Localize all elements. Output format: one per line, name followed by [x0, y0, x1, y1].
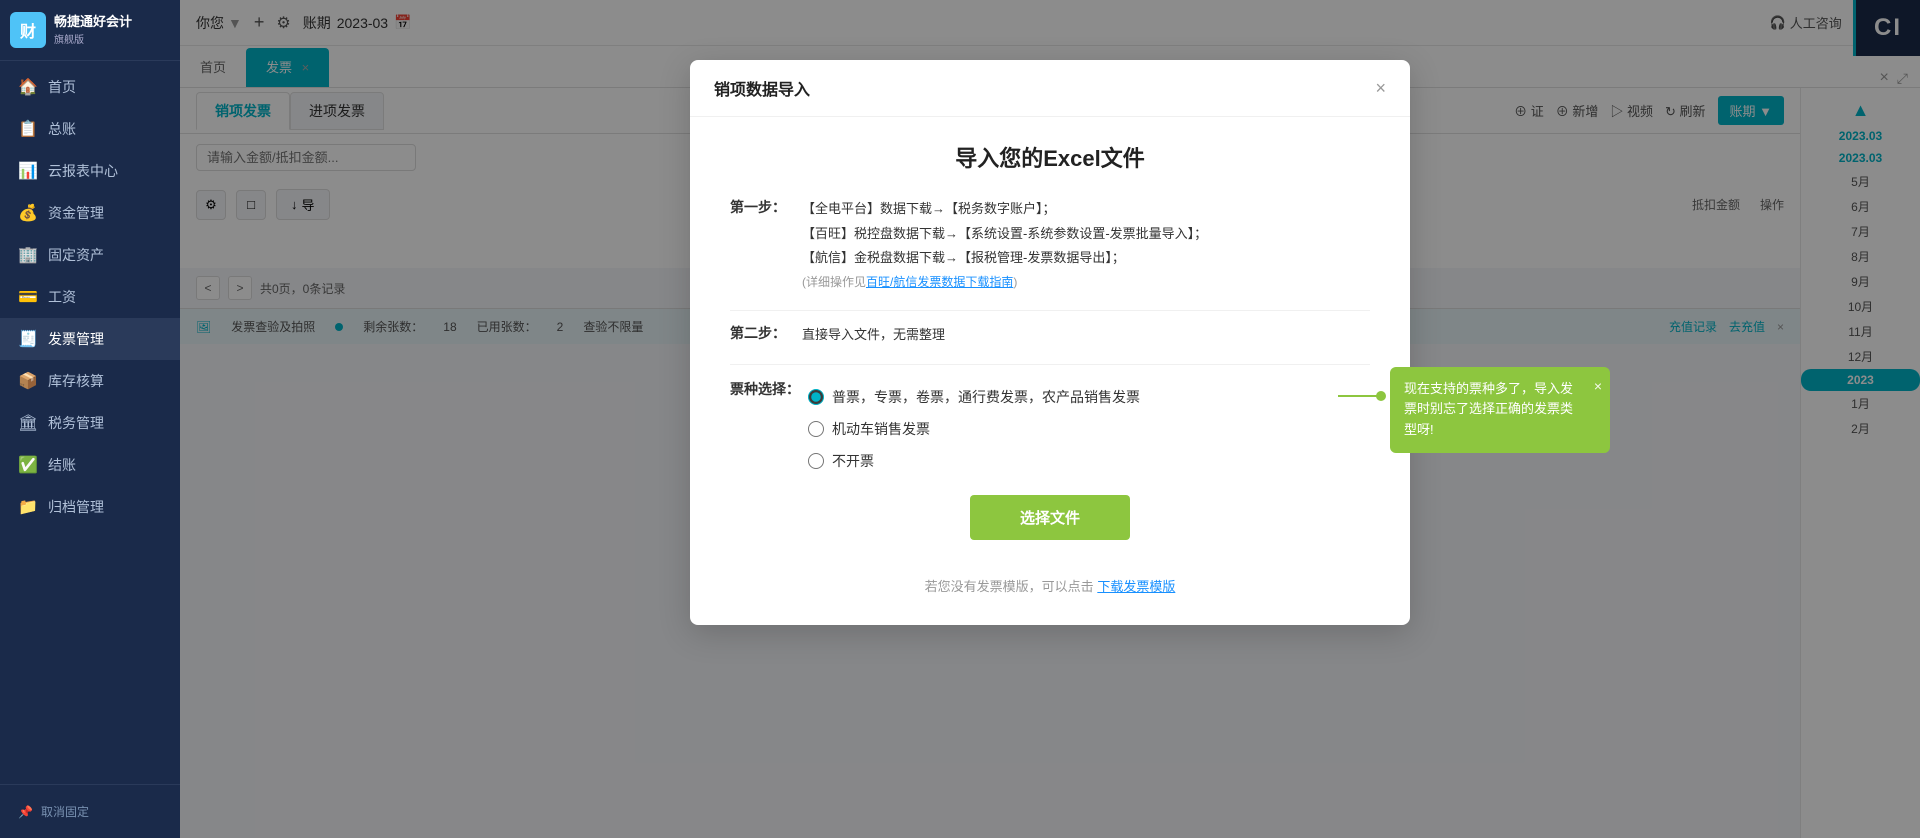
- radio-input-1[interactable]: [808, 389, 824, 405]
- ticket-type-section: 票种选择： 普票，专票，卷票，通行费发票，农产品销售发票: [730, 377, 1370, 471]
- sidebar-item-salary[interactable]: 💳 工资: [0, 276, 180, 318]
- tooltip-line: [1338, 395, 1378, 397]
- modal-import-title: 导入您的Excel文件: [730, 141, 1370, 173]
- unpin-label: 取消固定: [41, 803, 89, 820]
- modal-header: 销项数据导入 ×: [690, 60, 1410, 117]
- step1-content: 【全电平台】数据下载→【税务数字账户】； 【百旺】税控盘数据下载→【系统设置-系…: [802, 197, 1207, 294]
- tooltip-close-btn[interactable]: ×: [1594, 375, 1602, 397]
- sidebar-item-archive[interactable]: 📁 归档管理: [0, 486, 180, 528]
- modal-step1: 第一步： 【全电平台】数据下载→【税务数字账户】； 【百旺】税控盘数据下载→【系…: [730, 197, 1370, 294]
- tooltip-text: 现在支持的票种多了，导入发票时别忘了选择正确的发票类型呀!: [1404, 381, 1573, 438]
- step1-line1: 【全电平台】数据下载→【税务数字账户】；: [802, 197, 1207, 222]
- cloud-report-icon: 📊: [18, 161, 38, 181]
- radio-row-2: 机动车销售发票: [808, 419, 1140, 439]
- sidebar-item-tax-label: 税务管理: [48, 413, 104, 433]
- step1-label: 第一步：: [730, 197, 790, 294]
- tooltip-bubble: 现在支持的票种多了，导入发票时别忘了选择正确的发票类型呀! ×: [1390, 367, 1610, 453]
- modal-close-btn[interactable]: ×: [1375, 78, 1386, 99]
- step2-label: 第二步：: [730, 323, 790, 348]
- modal-body: 导入您的Excel文件 第一步： 【全电平台】数据下载→【税务数字账户】； 【百…: [690, 117, 1410, 625]
- sidebar-item-ledger-label: 总账: [48, 119, 76, 139]
- sidebar-item-invoice[interactable]: 🧾 发票管理: [0, 318, 180, 360]
- logo-subtitle: 旗舰版: [54, 31, 132, 46]
- logo-icon: 财: [10, 12, 46, 48]
- settle-icon: ✅: [18, 455, 38, 475]
- sidebar-bottom: 📌 取消固定: [0, 784, 180, 838]
- ledger-icon: 📋: [18, 119, 38, 139]
- sidebar-item-cloud-report-label: 云报表中心: [48, 161, 118, 181]
- tax-icon: 🏛: [18, 413, 38, 433]
- sidebar-item-inventory[interactable]: 📦 库存核算: [0, 360, 180, 402]
- sidebar-item-fund[interactable]: 💰 资金管理: [0, 192, 180, 234]
- download-template-link[interactable]: 下载发票模版: [1097, 579, 1175, 594]
- sidebar-navigation: 🏠 首页 📋 总账 📊 云报表中心 💰 资金管理 🏢 固定资产 💳 工资: [0, 61, 180, 784]
- radio-row-3: 不开票: [808, 451, 1140, 471]
- sidebar-item-home[interactable]: 🏠 首页: [0, 66, 180, 108]
- sidebar-item-settle-label: 结账: [48, 455, 76, 475]
- logo-text-block: 畅捷通好会计 旗舰版: [54, 14, 132, 46]
- pin-icon: 📌: [18, 805, 33, 819]
- sidebar-item-tax[interactable]: 🏛 税务管理: [0, 402, 180, 444]
- radio-group: 普票，专票，卷票，通行费发票，农产品销售发票 现在支持的票种多了，导入发票时别忘…: [808, 387, 1140, 471]
- download-guide-link[interactable]: 百旺/航信发票数据下载指南: [866, 275, 1013, 289]
- sidebar-item-settle[interactable]: ✅ 结账: [0, 444, 180, 486]
- radio-input-3[interactable]: [808, 453, 824, 469]
- step2-content: 直接导入文件，无需整理: [802, 323, 945, 348]
- modal-step2: 第二步： 直接导入文件，无需整理: [730, 323, 1370, 348]
- sidebar-item-fixed-assets-label: 固定资产: [48, 245, 104, 265]
- salary-icon: 💳: [18, 287, 38, 307]
- fund-icon: 💰: [18, 203, 38, 223]
- modal-footer: 选择文件: [730, 495, 1370, 560]
- sidebar-item-archive-label: 归档管理: [48, 497, 104, 517]
- sidebar-item-inventory-label: 库存核算: [48, 371, 104, 391]
- radio-label-3: 不开票: [832, 451, 874, 471]
- sidebar-item-fund-label: 资金管理: [48, 203, 104, 223]
- import-modal: 销项数据导入 × 导入您的Excel文件 第一步： 【全电平台】数据下载→【税务…: [690, 60, 1410, 625]
- fixed-assets-icon: 🏢: [18, 245, 38, 265]
- ticket-type-label: 票种选择：: [730, 377, 800, 399]
- sidebar: 财 畅捷通好会计 旗舰版 🏠 首页 📋 总账 📊 云报表中心 💰 资金管理: [0, 0, 180, 838]
- sidebar-item-invoice-label: 发票管理: [48, 329, 104, 349]
- sidebar-item-fixed-assets[interactable]: 🏢 固定资产: [0, 234, 180, 276]
- step1-note: (详细操作见百旺/航信发票数据下载指南): [802, 271, 1207, 294]
- radio-row-1: 普票，专票，卷票，通行费发票，农产品销售发票 现在支持的票种多了，导入发票时别忘…: [808, 387, 1140, 407]
- tooltip-dot: [1376, 391, 1386, 401]
- home-icon: 🏠: [18, 77, 38, 97]
- sidebar-item-home-label: 首页: [48, 77, 76, 97]
- modal-divider2: [730, 364, 1370, 365]
- select-file-btn[interactable]: 选择文件: [970, 495, 1130, 540]
- unpin-button[interactable]: 📌 取消固定: [10, 795, 170, 828]
- main-area: 你您 ▼ + ⚙ 账期 2023-03 📅 🎧 人工咨询 👤 用友: [180, 0, 1920, 838]
- archive-icon: 📁: [18, 497, 38, 517]
- download-note-text: 若您没有发票模版，可以点击: [925, 579, 1094, 594]
- radio-input-2[interactable]: [808, 421, 824, 437]
- sidebar-item-salary-label: 工资: [48, 287, 76, 307]
- modal-divider1: [730, 310, 1370, 311]
- invoice-icon: 🧾: [18, 329, 38, 349]
- radio-label-1: 普票，专票，卷票，通行费发票，农产品销售发票: [832, 387, 1140, 407]
- sidebar-item-cloud-report[interactable]: 📊 云报表中心: [0, 150, 180, 192]
- sidebar-logo: 财 畅捷通好会计 旗舰版: [0, 0, 180, 61]
- download-note: 若您没有发票模版，可以点击 下载发票模版: [730, 576, 1370, 595]
- radio-label-2: 机动车销售发票: [832, 419, 930, 439]
- inventory-icon: 📦: [18, 371, 38, 391]
- step1-line3: 【航信】金税盘数据下载→【报税管理-发票数据导出】；: [802, 246, 1207, 271]
- logo-title: 畅捷通好会计: [54, 14, 132, 31]
- step1-line2: 【百旺】税控盘数据下载→【系统设置-系统参数设置-发票批量导入】；: [802, 222, 1207, 247]
- modal-overlay: 销项数据导入 × 导入您的Excel文件 第一步： 【全电平台】数据下载→【税务…: [180, 0, 1920, 838]
- sidebar-item-ledger[interactable]: 📋 总账: [0, 108, 180, 150]
- modal-title: 销项数据导入: [714, 76, 810, 100]
